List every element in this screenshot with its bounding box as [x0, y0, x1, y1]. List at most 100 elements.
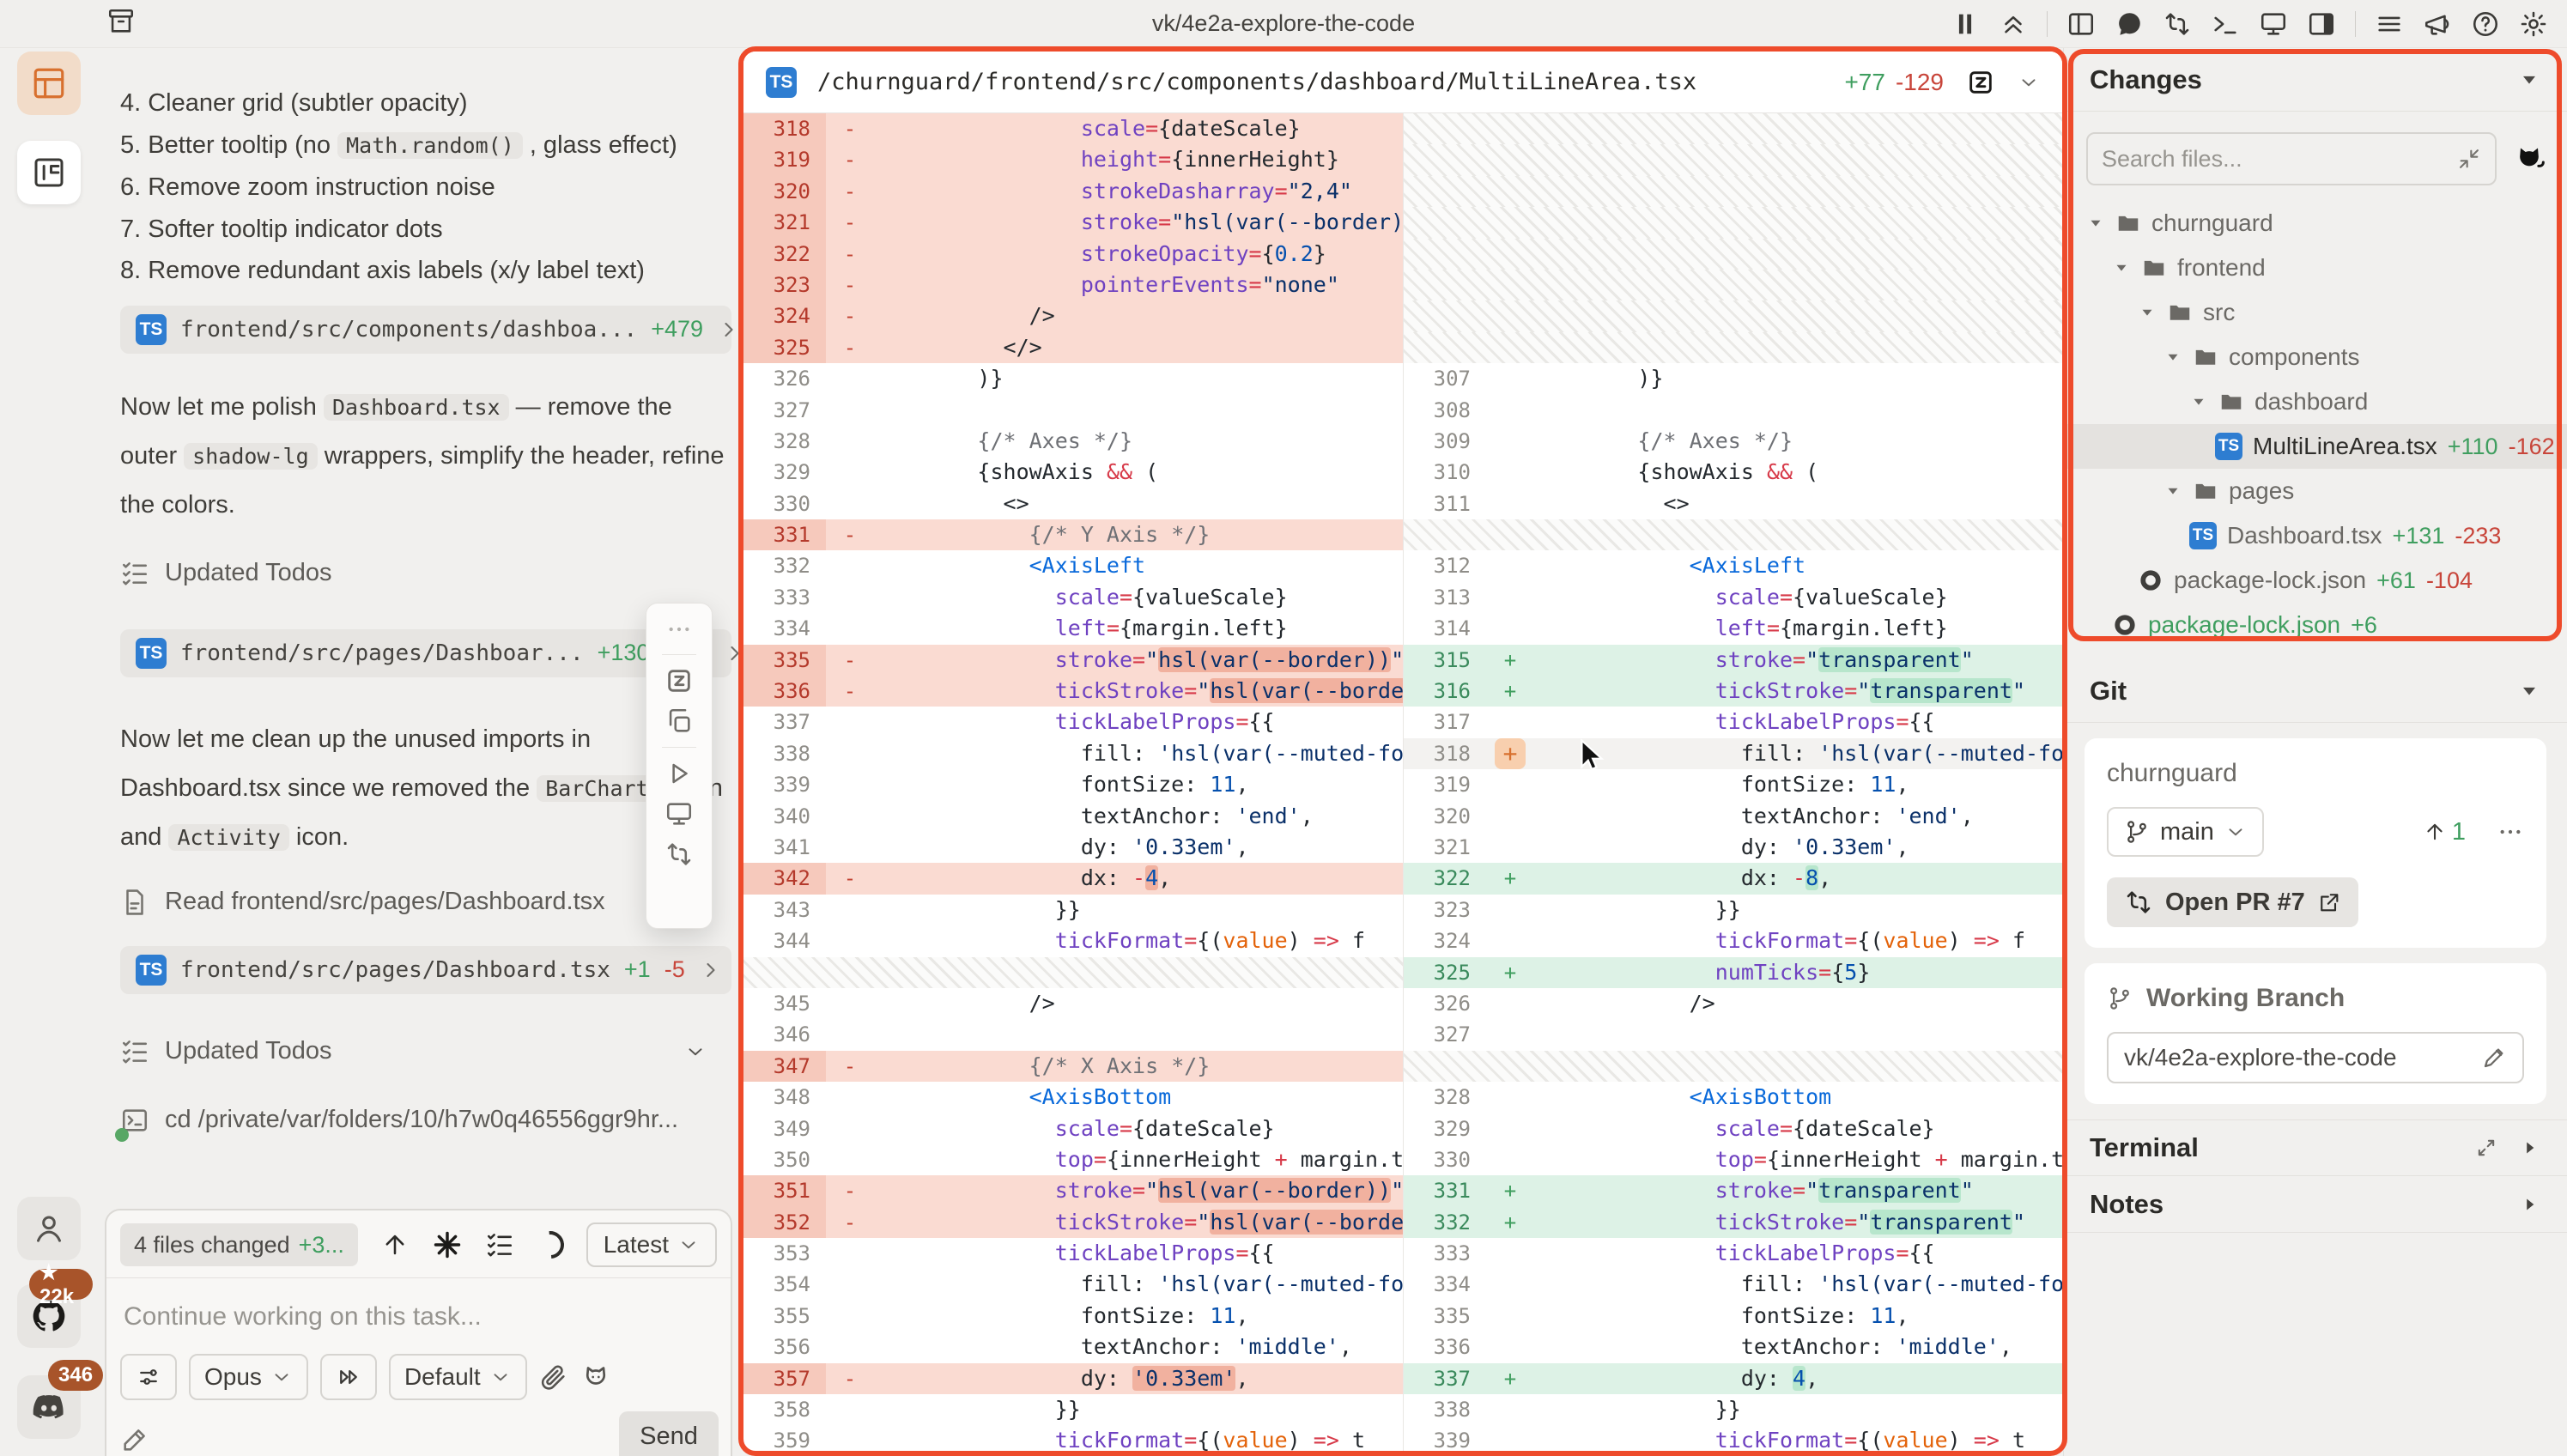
burst-icon[interactable]: [432, 1229, 463, 1260]
copy-icon[interactable]: [665, 707, 694, 736]
diff-row[interactable]: 331- {/* Y Axis */}: [743, 519, 2062, 550]
file-change-chip[interactable]: TSfrontend/src/pages/Dashboard.tsx+1-5: [120, 946, 731, 994]
diff-row[interactable]: 341 dy: '0.33em',321 dy: '0.33em',: [743, 832, 2062, 863]
diff-row[interactable]: 357- dy: '0.33em',337+ dy: 4,: [743, 1363, 2062, 1394]
workspace-tab-active[interactable]: [17, 52, 81, 115]
edit-pencil-icon[interactable]: [2481, 1045, 2507, 1071]
menu-icon[interactable]: [2375, 9, 2404, 39]
diff-row[interactable]: 327308: [743, 395, 2062, 426]
diff-row[interactable]: 347- {/* X Axis */}: [743, 1051, 2062, 1082]
tree-item-dashboard[interactable]: dashboard: [2064, 379, 2567, 424]
terminal-command-row[interactable]: cd /private/var/folders/10/h7w0q46556ggr…: [120, 1102, 727, 1138]
diff-row[interactable]: 338 fill: 'hsl(var(--muted-foreground))'…: [743, 738, 2062, 769]
diff-row[interactable]: 345 />326 />: [743, 988, 2062, 1019]
tree-item-MultiLineArea.tsx[interactable]: TSMultiLineArea.tsx+110-162: [2064, 424, 2567, 469]
changes-section-header[interactable]: Changes: [2064, 48, 2567, 112]
diff-row[interactable]: 355 fontSize: 11,335 fontSize: 11,: [743, 1301, 2062, 1332]
view-diff-icon[interactable]: [665, 666, 694, 695]
working-branch-input[interactable]: vk/4e2a-explore-the-code: [2107, 1032, 2524, 1083]
tree-item-package-lock.json[interactable]: package-lock.json+6: [2064, 603, 2567, 647]
chat-bubble-icon[interactable]: [2115, 9, 2144, 39]
gear-icon[interactable]: [2519, 9, 2548, 39]
brush-icon[interactable]: [120, 1425, 149, 1454]
model-dropdown[interactable]: Opus: [189, 1354, 308, 1400]
diff-row[interactable]: 348 <AxisBottom328 <AxisBottom: [743, 1082, 2062, 1113]
terminal-section-header[interactable]: Terminal: [2064, 1119, 2567, 1176]
diff-row[interactable]: 358 }}338 }}: [743, 1394, 2062, 1425]
compare-icon[interactable]: [665, 840, 694, 869]
attach-icon[interactable]: [539, 1362, 568, 1392]
push-count[interactable]: 1: [2423, 818, 2466, 846]
diff-row[interactable]: 354 fill: 'hsl(var(--muted-foreground))'…: [743, 1269, 2062, 1300]
megaphone-icon[interactable]: [2423, 9, 2452, 39]
file-search-box[interactable]: [2086, 132, 2497, 185]
diff-row[interactable]: 351- stroke="hsl(var(--border))"331+ str…: [743, 1175, 2062, 1206]
search-input[interactable]: [2102, 146, 2457, 173]
preview-icon[interactable]: [665, 799, 694, 828]
diff-row[interactable]: 359 tickFormat={(value) => t339 tickForm…: [743, 1425, 2062, 1456]
tree-item-src[interactable]: src: [2064, 290, 2567, 335]
tree-item-pages[interactable]: pages: [2064, 469, 2567, 513]
kanban-tab[interactable]: [17, 141, 81, 204]
file-change-chip[interactable]: TSfrontend/src/pages/Dashboar...+130-223: [120, 629, 731, 677]
notes-section-header[interactable]: Notes: [2064, 1176, 2567, 1233]
diff-row[interactable]: 340 textAnchor: 'end',320 textAnchor: 'e…: [743, 801, 2062, 832]
diff-row[interactable]: 326 )}307 )}: [743, 363, 2062, 394]
todos-icon[interactable]: [485, 1230, 514, 1259]
tree-item-Dashboard.tsx[interactable]: TSDashboard.tsx+131-233: [2064, 513, 2567, 558]
open-pr-button[interactable]: Open PR #7: [2107, 877, 2358, 927]
scroll-up-icon[interactable]: [380, 1230, 410, 1259]
message-input[interactable]: Continue working on this task...: [106, 1278, 731, 1332]
diff-row[interactable]: 342- dx: -4,322+ dx: -8,: [743, 863, 2062, 894]
git-more-icon[interactable]: [2497, 818, 2524, 846]
diff-row[interactable]: 318- scale={dateScale}: [743, 113, 2062, 144]
diff-row[interactable]: 333 scale={valueScale}313 scale={valueSc…: [743, 582, 2062, 613]
mode-dropdown[interactable]: Default: [389, 1354, 527, 1400]
read-file-row[interactable]: Read frontend/src/pages/Dashboard.tsx: [120, 884, 727, 920]
columns-icon[interactable]: [2066, 9, 2096, 39]
send-button[interactable]: Send: [619, 1411, 719, 1456]
git-compare-icon[interactable]: [2163, 9, 2192, 39]
fast-forward-button[interactable]: [320, 1354, 377, 1400]
kitty-icon[interactable]: [2512, 142, 2546, 176]
terminal-icon[interactable]: [2211, 9, 2240, 39]
diff-row[interactable]: 349 scale={dateScale}329 scale={dateScal…: [743, 1113, 2062, 1144]
diff-row[interactable]: 337 tickLabelProps={{317 tickLabelProps=…: [743, 707, 2062, 737]
tree-item-frontend[interactable]: frontend: [2064, 246, 2567, 290]
diff-row[interactable]: 329 {showAxis && (310 {showAxis && (: [743, 457, 2062, 488]
diff-row[interactable]: 339 fontSize: 11,319 fontSize: 11,: [743, 769, 2062, 800]
diff-row[interactable]: 350 top={innerHeight + margin.top}330 to…: [743, 1144, 2062, 1175]
diff-row[interactable]: 321- stroke="hsl(var(--border))": [743, 207, 2062, 238]
pause-icon[interactable]: [1951, 9, 1980, 39]
updated-todos-row[interactable]: Updated Todos: [120, 555, 727, 592]
files-changed-chip[interactable]: 4 files changed +3...: [120, 1223, 358, 1266]
diff-row[interactable]: 322- strokeOpacity={0.2}: [743, 239, 2062, 270]
tree-item-package-lock.json[interactable]: package-lock.json+61-104: [2064, 558, 2567, 603]
diff-row[interactable]: 325- </>: [743, 332, 2062, 363]
message-more-icon[interactable]: [665, 616, 693, 643]
diff-row[interactable]: 335- stroke="hsl(var(--border))"315+ str…: [743, 645, 2062, 676]
sidebar-right-icon[interactable]: [2307, 9, 2336, 39]
chevrons-up-icon[interactable]: [1999, 9, 2028, 39]
expand-icon[interactable]: [2474, 1136, 2498, 1160]
diff-row[interactable]: 324- />: [743, 300, 2062, 331]
help-icon[interactable]: [2471, 9, 2500, 39]
diff-row[interactable]: 332 <AxisLeft312 <AxisLeft: [743, 550, 2062, 581]
cat-icon[interactable]: [580, 1362, 611, 1392]
branch-dropdown[interactable]: main: [2107, 807, 2264, 857]
diff-mode-icon[interactable]: [1966, 68, 1995, 97]
add-comment-button[interactable]: +: [1495, 738, 1526, 769]
diff-row[interactable]: 328 {/* Axes */}309 {/* Axes */}: [743, 426, 2062, 457]
account-button[interactable]: [17, 1197, 81, 1260]
tree-item-churnguard[interactable]: churnguard: [2064, 201, 2567, 246]
chevron-down-icon[interactable]: [684, 1040, 707, 1063]
diff-row[interactable]: 319- height={innerHeight}: [743, 144, 2062, 175]
file-change-chip[interactable]: TSfrontend/src/components/dashboa...+479: [120, 306, 731, 354]
settings-button[interactable]: [120, 1354, 177, 1400]
latest-dropdown[interactable]: Latest: [586, 1222, 717, 1267]
monitor-icon[interactable]: [2259, 9, 2288, 39]
run-icon[interactable]: [665, 759, 694, 788]
git-section-header[interactable]: Git: [2064, 659, 2567, 723]
updated-todos-row[interactable]: Updated Todos: [120, 1034, 727, 1070]
diff-row[interactable]: 336- tickStroke="hsl(var(--border))"316+…: [743, 676, 2062, 707]
